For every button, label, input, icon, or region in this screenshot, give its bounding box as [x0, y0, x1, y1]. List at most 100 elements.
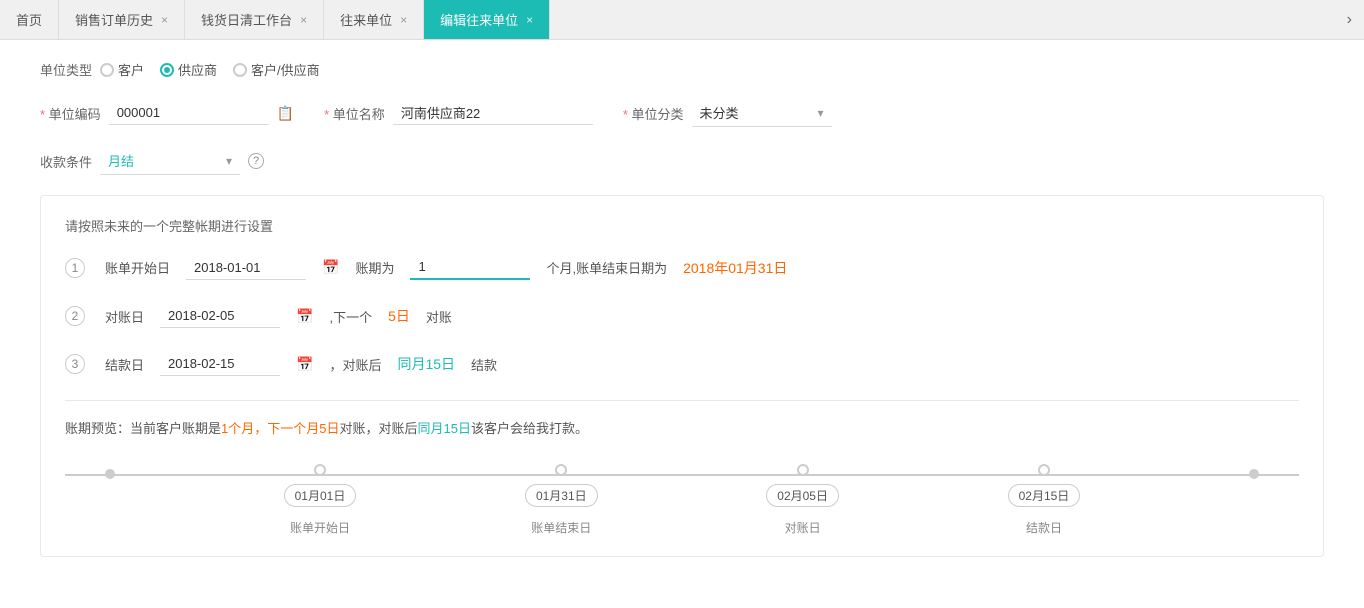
node-dot-4: [1038, 464, 1050, 476]
preview-day5: 下一个月5日: [267, 421, 339, 436]
tab-more-button[interactable]: ›: [1335, 11, 1364, 29]
radio-supplier-label: 供应商: [178, 60, 217, 79]
node-dot-1: [314, 464, 326, 476]
bill-start-date[interactable]: [186, 256, 306, 280]
unit-name-label: 单位名称: [324, 104, 385, 123]
radio-customer-label: 客户: [118, 60, 144, 79]
unit-category-value: 未分类: [700, 103, 810, 122]
tab-cash-work-label: 钱货日清工作台: [201, 10, 292, 29]
node-dot-3: [797, 464, 809, 476]
tab-cash-work-close[interactable]: ×: [300, 13, 307, 27]
unit-type-label: 单位类型: [40, 60, 92, 79]
bill-start-cal-icon[interactable]: 📅: [322, 259, 339, 276]
chevron-down-icon: ▾: [817, 106, 823, 120]
unit-type-field: 单位类型 客户 供应商 客户/供应商: [40, 60, 320, 79]
reconcile-date[interactable]: [160, 304, 280, 328]
tab-edit-partner[interactable]: 编辑往来单位 ×: [424, 0, 550, 39]
preview-section: 账期预览：当前客户账期是1个月，下一个月5日对账，对账后同月15日该客户会给我打…: [65, 400, 1299, 536]
setting-row-1: 1 账单开始日 📅 账期为 个月,账单结束日期为 2018年01月31日: [65, 255, 1299, 280]
row-number-3: 3: [65, 354, 85, 374]
radio-both-label: 客户/供应商: [251, 60, 320, 79]
radio-both[interactable]: 客户/供应商: [233, 60, 320, 79]
payment-condition-value: 月结: [108, 151, 218, 170]
payment-condition-field: 收款条件 月结 ▾ ?: [40, 147, 264, 175]
reconcile-day-highlight: 5日: [388, 306, 410, 326]
months-suffix: 个月,账单结束日期为: [546, 258, 667, 277]
help-icon[interactable]: ?: [248, 153, 264, 169]
payment-suffix: 结款: [471, 355, 497, 374]
node-desc-3: 对账日: [785, 519, 821, 536]
node-desc-4: 结款日: [1026, 519, 1062, 536]
tab-edit-partner-label: 编辑往来单位: [440, 10, 518, 29]
period-for-label: 账期为: [355, 258, 394, 277]
reconcile-suffix: 对账: [426, 307, 452, 326]
unit-info-row: 单位编码 📋 单位名称 单位分类 未分类 ▾: [40, 99, 1324, 127]
unit-code-label: 单位编码: [40, 104, 101, 123]
timeline-node-2: 01月31日 账单结束日: [525, 464, 598, 536]
reconcile-cal-icon[interactable]: 📅: [296, 308, 313, 325]
payment-prefix: ，对账后: [329, 355, 381, 374]
settings-section: 请按照未来的一个完整帐期进行设置 1 账单开始日 📅 账期为 个月,账单结束日期…: [40, 195, 1324, 557]
payment-cal-icon[interactable]: 📅: [296, 356, 313, 373]
payment-condition-select[interactable]: 月结 ▾: [100, 147, 240, 175]
node-desc-1: 账单开始日: [290, 519, 350, 536]
unit-name-input[interactable]: [393, 101, 593, 125]
unit-name-field: 单位名称: [324, 101, 593, 125]
row-number-1: 1: [65, 258, 85, 278]
tab-sales-history[interactable]: 销售订单历史 ×: [59, 0, 185, 39]
setting-row-2: 2 对账日 📅 ,下一个 5日 对账: [65, 304, 1299, 328]
unit-code-icon[interactable]: 📋: [277, 105, 294, 122]
reconcile-label: 对账日: [105, 307, 144, 326]
preview-1month: 1个月，: [221, 421, 267, 436]
tab-partners-close[interactable]: ×: [400, 13, 407, 27]
unit-category-label: 单位分类: [623, 104, 684, 123]
timeline-nodes: 01月01日 账单开始日 01月31日 账单结束日 02月05日 对账日: [105, 464, 1259, 536]
unit-code-field: 单位编码 📋: [40, 101, 294, 125]
payment-condition-row: 收款条件 月结 ▾ ?: [40, 147, 1324, 175]
bill-start-label: 账单开始日: [105, 258, 170, 277]
bill-end-date-highlight: 2018年01月31日: [683, 258, 787, 278]
unit-code-input[interactable]: [109, 101, 269, 125]
preview-label: 账期预览：当前客户账期是: [65, 421, 221, 436]
radio-both-circle: [233, 63, 247, 77]
payment-day-highlight: 同月15日: [397, 354, 455, 374]
setting-row-3: 3 结款日 📅 ，对账后 同月15日 结款: [65, 352, 1299, 376]
node-label-1: 01月01日: [284, 484, 357, 507]
preview-text: 账期预览：当前客户账期是1个月，下一个月5日对账，对账后同月15日该客户会给我打…: [65, 417, 1299, 440]
row-number-2: 2: [65, 306, 85, 326]
payment-condition-label: 收款条件: [40, 152, 92, 171]
unit-type-radio-group: 客户 供应商 客户/供应商: [100, 60, 320, 79]
radio-customer[interactable]: 客户: [100, 60, 144, 79]
unit-category-field: 单位分类 未分类 ▾: [623, 99, 832, 127]
section-title: 请按照未来的一个完整帐期进行设置: [65, 216, 1299, 235]
main-content: 单位类型 客户 供应商 客户/供应商 单位编码 📋: [0, 40, 1364, 608]
payment-date-label: 结款日: [105, 355, 144, 374]
period-input[interactable]: [410, 255, 530, 280]
tab-edit-partner-close[interactable]: ×: [526, 13, 533, 27]
radio-supplier-circle: [160, 63, 174, 77]
node-desc-2: 账单结束日: [531, 519, 591, 536]
unit-type-row: 单位类型 客户 供应商 客户/供应商: [40, 60, 1324, 79]
tab-bar: 首页 销售订单历史 × 钱货日清工作台 × 往来单位 × 编辑往来单位 × ›: [0, 0, 1364, 40]
node-label-4: 02月15日: [1008, 484, 1081, 507]
reconcile-prefix: ,下一个: [329, 307, 372, 326]
tab-partners[interactable]: 往来单位 ×: [324, 0, 424, 39]
preview-day15: 同月15日: [418, 421, 471, 436]
chevron-down-icon: ▾: [226, 154, 232, 168]
node-label-3: 02月05日: [766, 484, 839, 507]
unit-category-select[interactable]: 未分类 ▾: [692, 99, 832, 127]
node-dot-2: [555, 464, 567, 476]
timeline-node-1: 01月01日 账单开始日: [284, 464, 357, 536]
payment-date[interactable]: [160, 352, 280, 376]
preview-part5: 该客户会给我打款。: [471, 421, 588, 436]
tab-sales-history-label: 销售订单历史: [75, 10, 153, 29]
tab-home[interactable]: 首页: [0, 0, 59, 39]
radio-supplier[interactable]: 供应商: [160, 60, 217, 79]
preview-part3: 对账，对账后: [339, 421, 417, 436]
tab-sales-history-close[interactable]: ×: [161, 13, 168, 27]
timeline-start-dot: [105, 469, 115, 479]
tab-cash-work[interactable]: 钱货日清工作台 ×: [185, 0, 324, 39]
timeline-end-dot: [1249, 469, 1259, 479]
tab-home-label: 首页: [16, 10, 42, 29]
radio-customer-circle: [100, 63, 114, 77]
